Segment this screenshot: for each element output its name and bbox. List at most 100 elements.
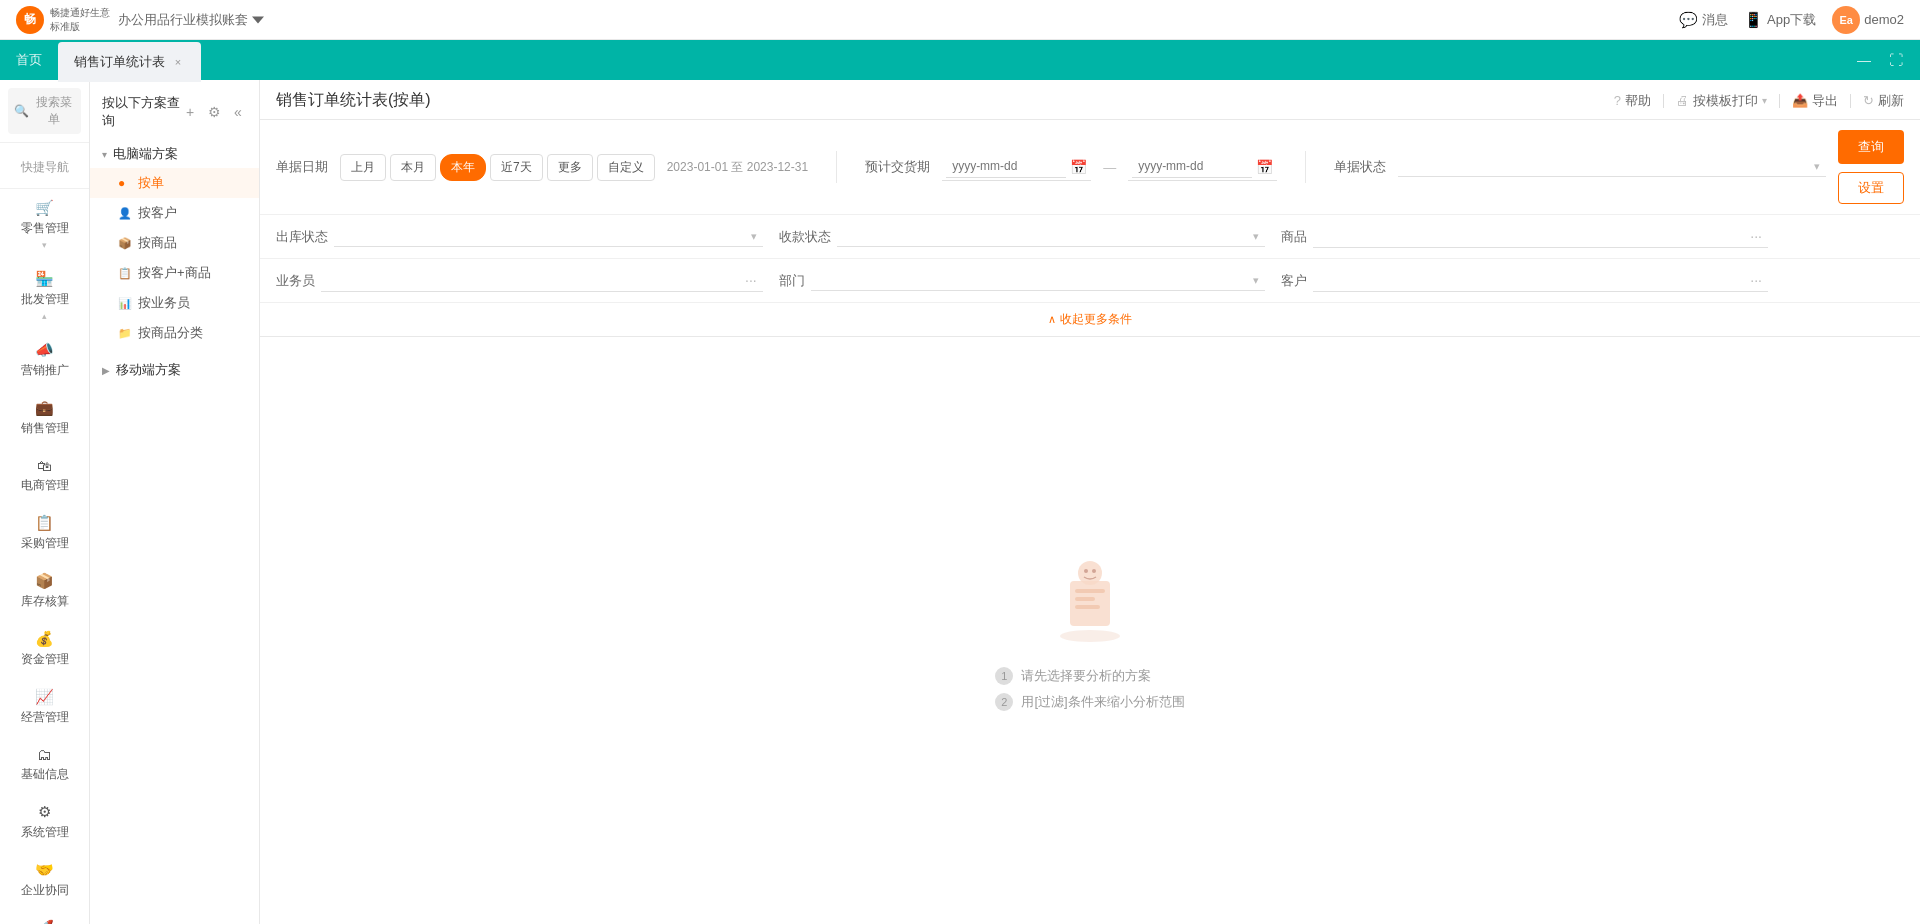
logo-line1: 畅捷通好生意	[50, 6, 110, 20]
tab-sales-order-stats[interactable]: 销售订单统计表 ×	[58, 42, 201, 82]
scheme-category-mobile-header[interactable]: ▶ 移动端方案	[90, 356, 259, 384]
sidebar-item-finance[interactable]: 💰 资金管理	[0, 620, 89, 678]
date-btn-custom[interactable]: 自定义	[597, 154, 655, 181]
date-btn-this-month[interactable]: 本月	[390, 154, 436, 181]
date-range-text: 2023-01-01 至 2023-12-31	[667, 159, 808, 176]
message-action[interactable]: 💬 消息	[1679, 11, 1728, 29]
logo-area: 畅 畅捷通好生意 标准版	[16, 6, 110, 34]
mobile-category-expand-icon: ▶	[102, 365, 110, 376]
sidebar-item-ecommerce[interactable]: 🛍 电商管理	[0, 447, 89, 504]
maximize-button[interactable]: ⛶	[1884, 48, 1908, 72]
customer-ellipsis[interactable]: ···	[1750, 272, 1762, 288]
purchase-label: 采购管理	[21, 535, 69, 552]
sidebar-item-newbie[interactable]: 🚀 新手引导	[0, 909, 89, 924]
top-bar-left: 畅 畅捷通好生意 标准版 办公用品行业模拟账套	[16, 6, 264, 34]
settings-button[interactable]: 设置	[1838, 172, 1904, 204]
date-btn-more[interactable]: 更多	[547, 154, 593, 181]
purchase-icon: 📋	[35, 514, 54, 532]
sidebar-item-wholesale[interactable]: 🏪 批发管理 ▴	[0, 260, 89, 331]
system-icon: ⚙	[38, 803, 51, 821]
tab-close-icon[interactable]: ×	[171, 55, 185, 69]
scheme-item-by-customer-product[interactable]: 📋 按客户+商品	[90, 258, 259, 288]
inventory-label: 库存核算	[21, 593, 69, 610]
main-content: 销售订单统计表(按单) ? 帮助 🖨 按模板打印 ▾	[260, 80, 1920, 924]
department-select[interactable]: ▾	[811, 271, 1266, 291]
app-download-action[interactable]: 📱 App下载	[1744, 11, 1816, 29]
action-separator-2	[1779, 94, 1780, 108]
query-button[interactable]: 查询	[1838, 130, 1904, 164]
date-btn-last-7[interactable]: 近7天	[490, 154, 543, 181]
scheme-item-by-category-label: 按商品分类	[138, 324, 203, 342]
scheme-settings-button[interactable]: ⚙	[205, 103, 223, 121]
message-icon: 💬	[1679, 11, 1698, 29]
scheme-item-by-salesperson-label: 按业务员	[138, 294, 190, 312]
tab-home[interactable]: 首页	[0, 40, 58, 80]
sidebar-item-system[interactable]: ⚙ 系统管理	[0, 793, 89, 851]
action-separator-1	[1663, 94, 1664, 108]
scheme-item-by-customer[interactable]: 👤 按客户	[90, 198, 259, 228]
expected-date-from-input[interactable]	[946, 155, 1066, 178]
svg-rect-2	[1075, 589, 1105, 593]
help-button[interactable]: ? 帮助	[1614, 92, 1651, 110]
payment-status-select[interactable]: ▾	[837, 227, 1266, 247]
export-button[interactable]: 📤 导出	[1792, 92, 1838, 110]
tip-1-text: 请先选择要分析的方案	[1021, 667, 1151, 685]
minimize-button[interactable]: —	[1852, 48, 1876, 72]
status-select[interactable]: ▾	[1398, 157, 1826, 177]
date-btn-this-year[interactable]: 本年	[440, 154, 486, 181]
goods-ellipsis[interactable]: ···	[1750, 228, 1762, 244]
calendar-icon-from[interactable]: 📅	[1070, 159, 1087, 175]
sidebar-item-purchase[interactable]: 📋 采购管理	[0, 504, 89, 562]
user-name: demo2	[1864, 12, 1904, 27]
scheme-panel: 按以下方案查询 + ⚙ « ▾ 电脑端方案	[90, 80, 260, 924]
scheme-item-by-category[interactable]: 📁 按商品分类	[90, 318, 259, 348]
expected-date-to-input[interactable]	[1132, 155, 1252, 178]
sidebar-item-basics[interactable]: 🗂 基础信息	[0, 736, 89, 793]
expected-date-from-group: 📅	[942, 153, 1091, 181]
collapse-more-button[interactable]: ∧ 收起更多条件	[260, 303, 1920, 336]
delivery-status-select[interactable]: ▾	[334, 227, 763, 247]
sidebar-item-operations[interactable]: 📈 经营管理	[0, 678, 89, 736]
finance-icon: 💰	[35, 630, 54, 648]
svg-point-6	[1084, 569, 1088, 573]
scheme-collapse-button[interactable]: «	[229, 103, 247, 121]
scheme-item-by-order[interactable]: ● 按单	[90, 168, 259, 198]
scheme-panel-title: 按以下方案查询	[102, 94, 181, 130]
tab-sales-label: 销售订单统计表	[74, 53, 165, 71]
refresh-button[interactable]: ↻ 刷新	[1863, 92, 1904, 110]
goods-input[interactable]: ···	[1313, 225, 1768, 248]
logo-icon: 畅	[16, 6, 44, 34]
calendar-icon-to[interactable]: 📅	[1256, 159, 1273, 175]
salesperson-input[interactable]: ···	[321, 269, 763, 292]
sidebar-item-sales[interactable]: 💼 销售管理	[0, 389, 89, 447]
scheme-item-by-product[interactable]: 📦 按商品	[90, 228, 259, 258]
customer-input[interactable]: ···	[1313, 269, 1768, 292]
filter-row-2: 出库状态 ▾ 收款状态 ▾ 商品	[260, 215, 1920, 259]
workspace-selector[interactable]: 办公用品行业模拟账套	[118, 11, 264, 29]
scheme-category-pc-header[interactable]: ▾ 电脑端方案	[90, 140, 259, 168]
basics-icon: 🗂	[37, 746, 52, 763]
window-controls: — ⛶	[1852, 48, 1920, 72]
sidebar-item-enterprise[interactable]: 🤝 企业协同	[0, 851, 89, 909]
status-dropdown-icon: ▾	[1814, 160, 1820, 173]
collapse-more-area: ∧ 收起更多条件	[260, 303, 1920, 337]
scheme-add-button[interactable]: +	[181, 103, 199, 121]
sidebar-item-inventory[interactable]: 📦 库存核算	[0, 562, 89, 620]
user-profile[interactable]: Ea demo2	[1832, 6, 1904, 34]
filter-row-1: 单据日期 上月 本月 本年 近7天 更多 自定义 2023-01-01 至 20…	[260, 120, 1920, 215]
date-buttons-group: 上月 本月 本年 近7天 更多 自定义	[340, 154, 655, 181]
sidebar-search-button[interactable]: 🔍 搜索菜单	[8, 88, 81, 134]
scheme-item-by-order-label: 按单	[138, 174, 164, 192]
page-header: 销售订单统计表(按单) ? 帮助 🖨 按模板打印 ▾	[260, 80, 1920, 120]
retail-icon: 🛒	[35, 199, 54, 217]
date-btn-last-month[interactable]: 上月	[340, 154, 386, 181]
template-print-button[interactable]: 🖨 按模板打印 ▾	[1676, 92, 1767, 110]
print-icon: 🖨	[1676, 93, 1689, 108]
salesperson-ellipsis[interactable]: ···	[745, 272, 757, 288]
scheme-item-by-salesperson[interactable]: 📊 按业务员	[90, 288, 259, 318]
scheme-item-by-customer-label: 按客户	[138, 204, 177, 222]
department-group: 部门 ▾	[779, 271, 1266, 291]
enterprise-icon: 🤝	[35, 861, 54, 879]
sidebar-item-retail[interactable]: 🛒 零售管理 ▾	[0, 189, 89, 260]
sidebar-item-marketing[interactable]: 📣 营销推广	[0, 331, 89, 389]
